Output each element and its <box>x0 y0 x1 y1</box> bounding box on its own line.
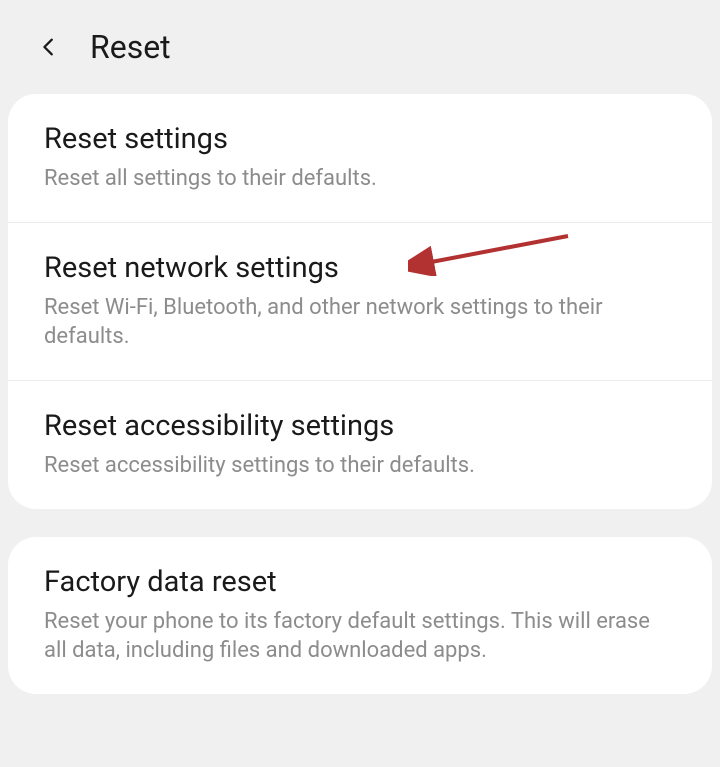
reset-network-settings-option[interactable]: Reset network settings Reset Wi-Fi, Blue… <box>8 223 712 381</box>
reset-accessibility-settings-option[interactable]: Reset accessibility settings Reset acces… <box>8 381 712 509</box>
option-title: Reset network settings <box>44 251 676 285</box>
header: Reset <box>0 0 720 94</box>
back-icon[interactable] <box>38 36 60 58</box>
option-desc: Reset all settings to their defaults. <box>44 164 676 194</box>
option-desc: Reset accessibility settings to their de… <box>44 451 676 481</box>
factory-reset-card: Factory data reset Reset your phone to i… <box>8 537 712 694</box>
reset-options-card: Reset settings Reset all settings to the… <box>8 94 712 509</box>
option-title: Reset accessibility settings <box>44 409 676 443</box>
option-desc: Reset your phone to its factory default … <box>44 607 676 666</box>
page-title: Reset <box>90 28 171 66</box>
option-title: Factory data reset <box>44 565 676 599</box>
factory-data-reset-option[interactable]: Factory data reset Reset your phone to i… <box>8 537 712 694</box>
reset-settings-option[interactable]: Reset settings Reset all settings to the… <box>8 94 712 223</box>
option-title: Reset settings <box>44 122 676 156</box>
option-desc: Reset Wi-Fi, Bluetooth, and other networ… <box>44 293 676 352</box>
